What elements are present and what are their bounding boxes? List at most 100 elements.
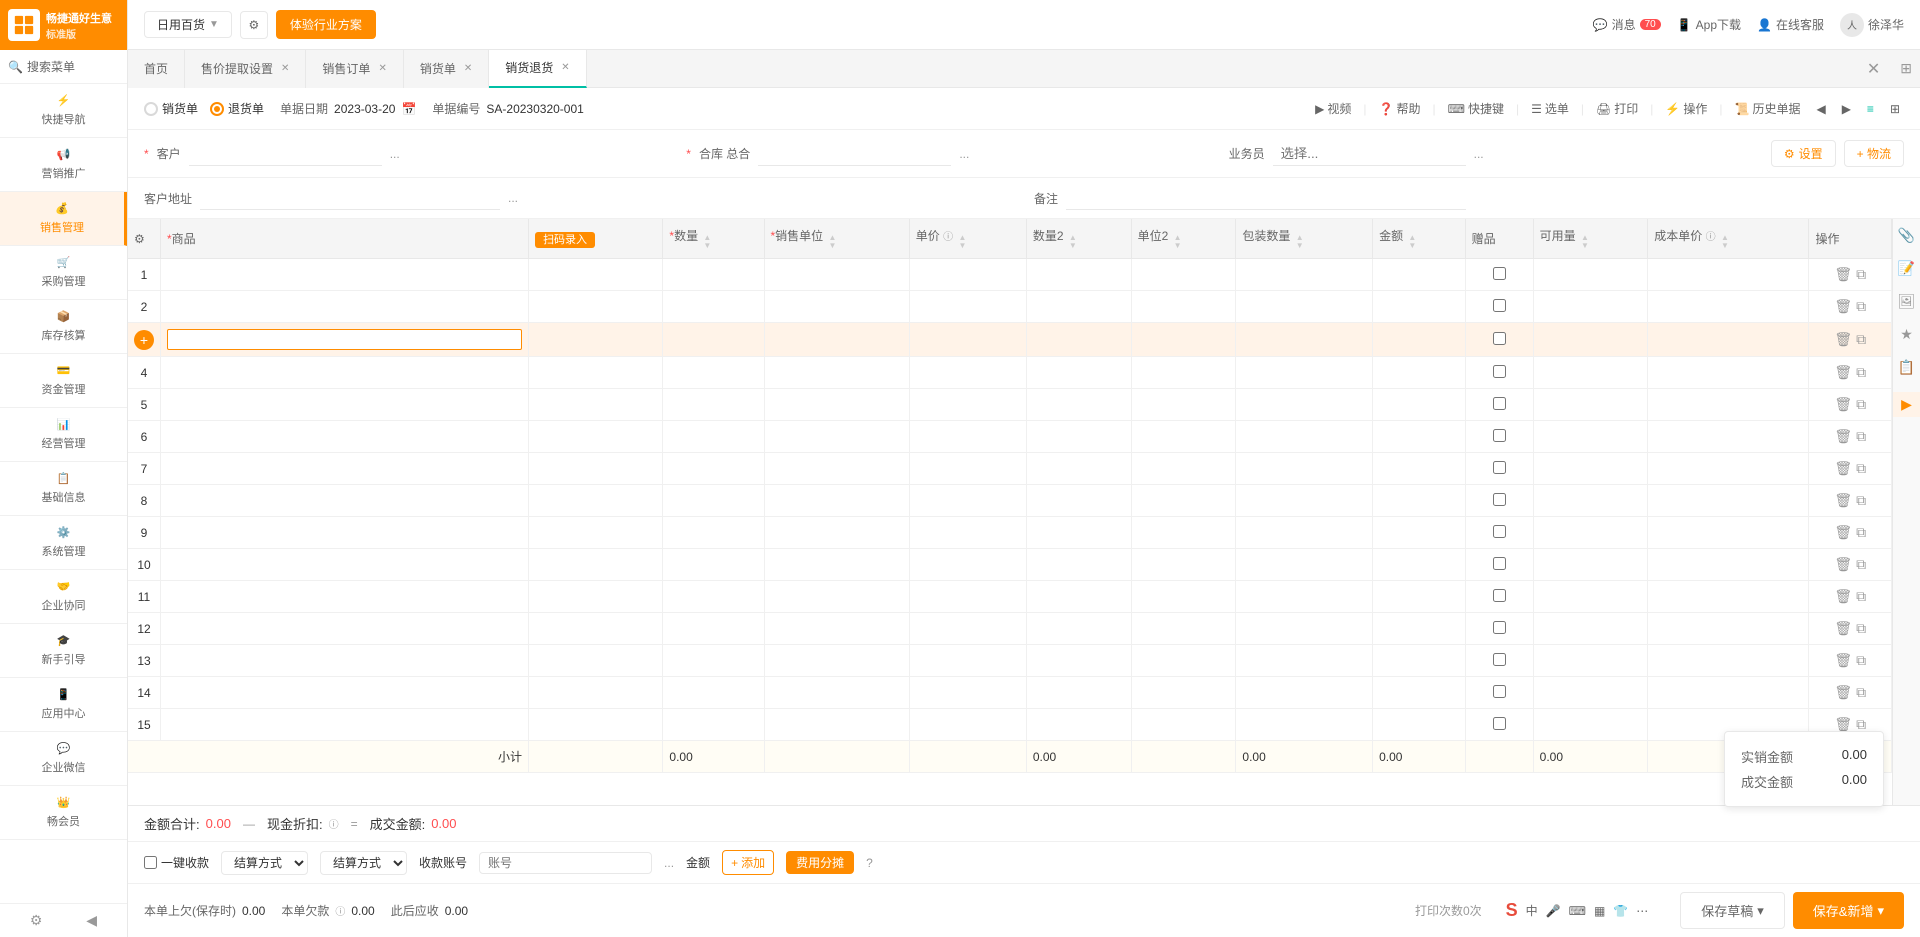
product-cell[interactable] xyxy=(161,323,529,357)
onepay-checkbox[interactable]: 一键收款 xyxy=(144,854,209,871)
settings-gear-icon[interactable]: ⚙ xyxy=(240,11,268,39)
price-cell[interactable] xyxy=(909,645,1026,677)
customer-input[interactable] xyxy=(189,142,382,166)
price-cell[interactable] xyxy=(909,259,1026,291)
product-input[interactable] xyxy=(167,329,522,350)
cost-price-cell[interactable] xyxy=(1648,357,1809,389)
gift-cell[interactable] xyxy=(1465,259,1533,291)
quantity2-cell[interactable] xyxy=(1026,485,1131,517)
available-cell[interactable] xyxy=(1533,613,1648,645)
price-cell[interactable] xyxy=(909,357,1026,389)
unit-cell[interactable] xyxy=(764,709,909,741)
quantity2-cell[interactable] xyxy=(1026,389,1131,421)
unit2-cell[interactable] xyxy=(1131,645,1236,677)
gift-checkbox[interactable] xyxy=(1493,397,1506,410)
unit2-cell[interactable] xyxy=(1131,259,1236,291)
unit2-cell[interactable] xyxy=(1131,613,1236,645)
delete-row-icon[interactable]: 🗑 xyxy=(1834,396,1852,413)
product-cell[interactable] xyxy=(161,259,529,291)
delete-row-icon[interactable]: 🗑 xyxy=(1834,460,1852,477)
gift-cell[interactable] xyxy=(1465,677,1533,709)
sidebar-item-member[interactable]: 👑 畅会员 xyxy=(0,786,127,840)
quantity-cell[interactable] xyxy=(663,613,764,645)
staff-input[interactable] xyxy=(1273,142,1466,166)
gift-checkbox[interactable] xyxy=(1493,365,1506,378)
gift-cell[interactable] xyxy=(1465,357,1533,389)
available-cell[interactable] xyxy=(1533,389,1648,421)
prev-record-icon[interactable]: ◀ xyxy=(1812,100,1829,118)
pack-qty-cell[interactable] xyxy=(1236,357,1373,389)
available-cell[interactable] xyxy=(1533,357,1648,389)
pack-qty-cell[interactable] xyxy=(1236,389,1373,421)
unit-cell[interactable] xyxy=(764,677,909,709)
cost-price-cell[interactable] xyxy=(1648,517,1809,549)
copy-row-icon[interactable]: ⧉ xyxy=(1856,652,1866,669)
product-cell[interactable] xyxy=(161,485,529,517)
gift-checkbox[interactable] xyxy=(1493,525,1506,538)
pack-qty-cell[interactable] xyxy=(1236,517,1373,549)
unit2-cell[interactable] xyxy=(1131,357,1236,389)
unit-cell[interactable] xyxy=(764,453,909,485)
quantity-cell[interactable] xyxy=(663,581,764,613)
gift-checkbox[interactable] xyxy=(1493,653,1506,666)
user-profile[interactable]: 人 徐泽华 xyxy=(1840,13,1904,37)
pack-qty-cell[interactable] xyxy=(1236,549,1373,581)
pack-qty-cell[interactable] xyxy=(1236,581,1373,613)
copy-row-icon[interactable]: ⧉ xyxy=(1856,364,1866,381)
product-cell[interactable] xyxy=(161,709,529,741)
help-btn[interactable]: ❓ 帮助 xyxy=(1375,98,1425,119)
unit-cell[interactable] xyxy=(764,645,909,677)
gift-cell[interactable] xyxy=(1465,517,1533,549)
copy-row-icon[interactable]: ⧉ xyxy=(1856,588,1866,605)
amount-cell[interactable] xyxy=(1373,645,1466,677)
gift-cell[interactable] xyxy=(1465,645,1533,677)
available-sort-icon[interactable]: ▲▼ xyxy=(1581,234,1589,250)
cost-price-cell[interactable] xyxy=(1648,549,1809,581)
unit-cell[interactable] xyxy=(764,485,909,517)
billing-method-select[interactable]: 结算方式 xyxy=(221,851,308,875)
quantity-cell[interactable] xyxy=(663,421,764,453)
copy-row-icon[interactable]: ⧉ xyxy=(1856,460,1866,477)
delete-row-icon[interactable]: 🗑 xyxy=(1834,620,1852,637)
product-cell[interactable] xyxy=(161,389,529,421)
cost-info-icon[interactable]: ⓘ xyxy=(1706,232,1716,243)
pack-qty-cell[interactable] xyxy=(1236,291,1373,323)
unit-cell[interactable] xyxy=(764,549,909,581)
quantity-cell[interactable] xyxy=(663,709,764,741)
amount-cell[interactable] xyxy=(1373,453,1466,485)
available-cell[interactable] xyxy=(1533,677,1648,709)
gift-cell[interactable] xyxy=(1465,323,1533,357)
product-cell[interactable] xyxy=(161,549,529,581)
pack-qty-cell[interactable] xyxy=(1236,709,1373,741)
quantity2-sort-icon[interactable]: ▲▼ xyxy=(1069,234,1077,250)
price-cell[interactable] xyxy=(909,581,1026,613)
th-settings[interactable]: ⚙ xyxy=(128,219,161,259)
quantity-cell[interactable] xyxy=(663,323,764,357)
unit-cell[interactable] xyxy=(764,323,909,357)
unit2-cell[interactable] xyxy=(1131,291,1236,323)
cost-price-cell[interactable] xyxy=(1648,613,1809,645)
unit-cell[interactable] xyxy=(764,357,909,389)
add-row-btn[interactable]: + xyxy=(134,330,154,350)
cost-sort-icon[interactable]: ▲▼ xyxy=(1721,234,1729,250)
available-cell[interactable] xyxy=(1533,323,1648,357)
unit-cell[interactable] xyxy=(764,613,909,645)
quantity-cell[interactable] xyxy=(663,485,764,517)
gift-cell[interactable] xyxy=(1465,709,1533,741)
delete-row-icon[interactable]: 🗑 xyxy=(1834,524,1852,541)
unit2-cell[interactable] xyxy=(1131,485,1236,517)
experience-btn[interactable]: 体验行业方案 xyxy=(276,10,376,39)
gift-checkbox[interactable] xyxy=(1493,621,1506,634)
sidebar-item-basic[interactable]: 📋 基础信息 xyxy=(0,462,127,516)
unit2-cell[interactable] xyxy=(1131,323,1236,357)
gift-cell[interactable] xyxy=(1465,291,1533,323)
cost-price-cell[interactable] xyxy=(1648,677,1809,709)
pack-qty-cell[interactable] xyxy=(1236,323,1373,357)
delete-row-icon[interactable]: 🗑 xyxy=(1834,588,1852,605)
sidebar-item-purchase[interactable]: 🛒 采购管理 xyxy=(0,246,127,300)
close-all-tabs-icon[interactable]: ✕ xyxy=(1855,59,1892,79)
remark-input[interactable] xyxy=(1066,186,1466,210)
warehouse-lookup-icon[interactable]: ... xyxy=(959,147,969,161)
sidebar-item-system[interactable]: ⚙️ 系统管理 xyxy=(0,516,127,570)
pack-qty-cell[interactable] xyxy=(1236,421,1373,453)
